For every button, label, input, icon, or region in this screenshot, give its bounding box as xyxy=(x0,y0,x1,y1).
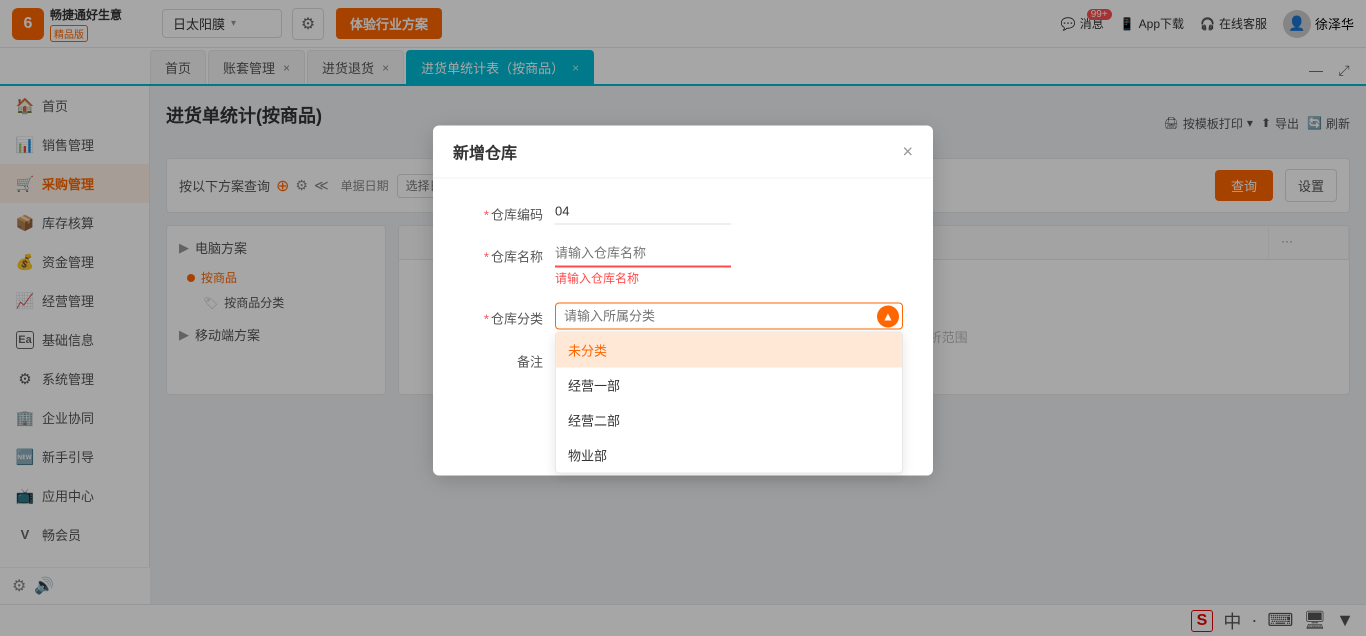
code-input-wrap xyxy=(555,199,903,225)
dropdown-option-2[interactable]: 经营二部 xyxy=(556,403,902,438)
form-row-name: 仓库名称 请输入仓库名称 xyxy=(463,241,903,287)
modal-header: 新增仓库 × xyxy=(433,126,933,179)
category-label: 仓库分类 xyxy=(463,303,543,328)
add-warehouse-modal: 新增仓库 × 仓库编码 仓库名称 请输入仓库名称 仓库分类 ▲ xyxy=(433,126,933,476)
warehouse-name-input[interactable] xyxy=(555,241,731,268)
dropdown-option-0[interactable]: 未分类 xyxy=(556,333,902,368)
modal-close-button[interactable]: × xyxy=(902,141,913,162)
chevron-up-icon: ▲ xyxy=(882,309,894,323)
category-dropdown-list: 未分类 经营一部 经营二部 物业部 xyxy=(555,332,903,474)
dropdown-arrow-button[interactable]: ▲ xyxy=(877,305,899,327)
category-dropdown-wrap: ▲ 未分类 经营一部 经营二部 物业部 xyxy=(555,303,903,330)
name-label: 仓库名称 xyxy=(463,241,543,266)
form-row-category: 仓库分类 ▲ 未分类 经营一部 经营二部 物业部 xyxy=(463,303,903,330)
dropdown-option-3[interactable]: 物业部 xyxy=(556,438,902,473)
code-label: 仓库编码 xyxy=(463,199,543,224)
remark-label: 备注 xyxy=(463,346,543,371)
warehouse-code-input[interactable] xyxy=(555,199,731,225)
category-input[interactable] xyxy=(555,303,903,330)
modal-title: 新增仓库 xyxy=(453,140,517,164)
dropdown-option-1[interactable]: 经营一部 xyxy=(556,368,902,403)
name-input-wrap: 请输入仓库名称 xyxy=(555,241,903,287)
form-row-code: 仓库编码 xyxy=(463,199,903,225)
modal-body: 仓库编码 仓库名称 请输入仓库名称 仓库分类 ▲ 未分类 xyxy=(433,179,933,410)
name-error-message: 请输入仓库名称 xyxy=(555,270,903,287)
